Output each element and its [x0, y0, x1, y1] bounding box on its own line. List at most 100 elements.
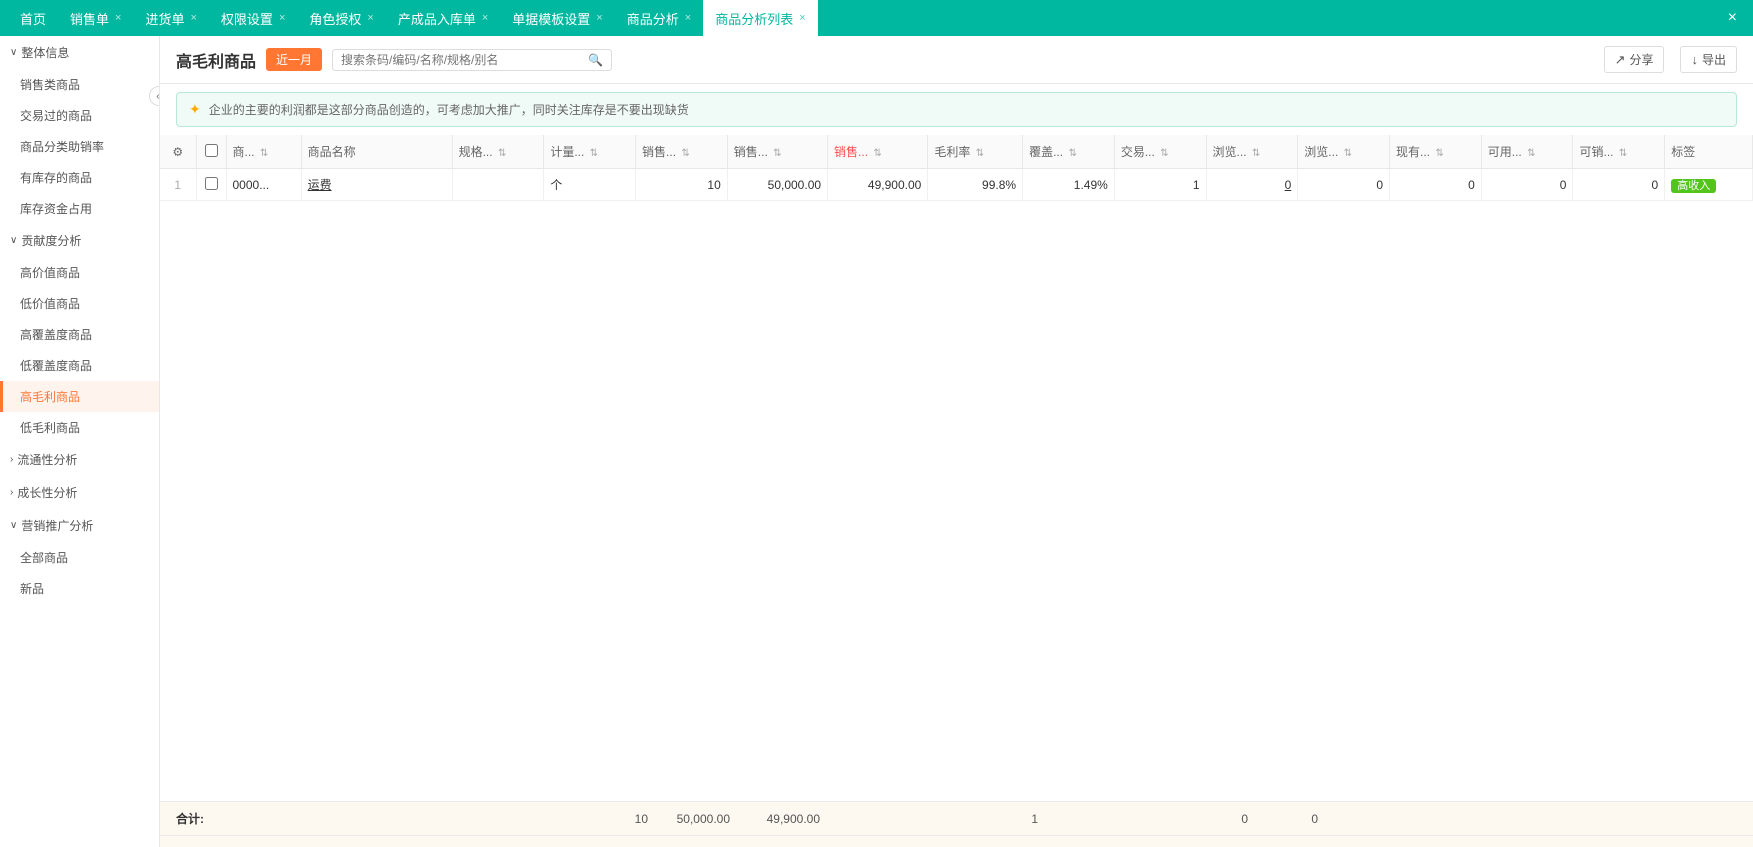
sidebar-section-marketing[interactable]: ∨ 营销推广分析 [0, 509, 159, 542]
nav-role-auth[interactable]: 角色授权 × [297, 0, 385, 36]
search-icon[interactable]: 🔍 [588, 53, 603, 67]
th-current-stock[interactable]: 现有... ⇅ [1390, 135, 1482, 169]
close-permission-icon[interactable]: × [279, 12, 285, 24]
sort-trade-icon[interactable]: ⇅ [1160, 148, 1168, 159]
sort-gross-rate-icon[interactable]: ⇅ [976, 148, 984, 159]
sort-sales-profit-icon[interactable]: ⇅ [873, 148, 881, 159]
close-purchase-order-icon[interactable]: × [190, 12, 196, 24]
th-trade[interactable]: 交易... ⇅ [1114, 135, 1206, 169]
sort-browse2-icon[interactable]: ⇅ [1344, 148, 1352, 159]
sidebar-item-stock-capital[interactable]: 库存资金占用 [0, 193, 159, 224]
sidebar-item-high-margin[interactable]: 高毛利商品 [0, 381, 159, 412]
th-unit[interactable]: 计量... ⇅ [544, 135, 636, 169]
cell-checkbox[interactable] [196, 169, 226, 201]
th-available[interactable]: 可用... ⇅ [1481, 135, 1573, 169]
sidebar-item-low-coverage[interactable]: 低覆盖度商品 [0, 350, 159, 381]
sidebar-item-traded-goods[interactable]: 交易过的商品 [0, 100, 159, 131]
search-input[interactable] [341, 53, 584, 67]
sidebar-section-growth[interactable]: › 成长性分析 [0, 476, 159, 509]
sidebar-item-stocked-goods[interactable]: 有库存的商品 [0, 162, 159, 193]
cell-index: 1 [160, 169, 196, 201]
select-all-checkbox[interactable] [205, 144, 218, 157]
cell-current-stock: 0 [1390, 169, 1482, 201]
nav-product-analysis[interactable]: 商品分析 × [615, 0, 703, 36]
sidebar-section-liquidity[interactable]: › 流通性分析 [0, 443, 159, 476]
th-tag[interactable]: 标签 [1665, 135, 1753, 169]
info-icon: ✦ [189, 101, 201, 118]
nav-template-settings[interactable]: 单据模板设置 × [500, 0, 614, 36]
sidebar-item-low-value[interactable]: 低价值商品 [0, 288, 159, 319]
sidebar-item-new-goods[interactable]: 新品 [0, 573, 159, 604]
th-settings[interactable]: ⚙ [160, 135, 196, 169]
sidebar-item-sales-goods[interactable]: 销售类商品 [0, 69, 159, 100]
cell-name[interactable]: 运费 [301, 169, 452, 201]
th-browse2[interactable]: 浏览... ⇅ [1298, 135, 1390, 169]
th-browse1[interactable]: 浏览... ⇅ [1206, 135, 1298, 169]
settings-icon[interactable]: ⚙ [172, 145, 183, 159]
tag-badge: 高收入 [1671, 179, 1716, 193]
export-icon: ↓ [1691, 52, 1698, 67]
sidebar-item-high-coverage[interactable]: 高覆盖度商品 [0, 319, 159, 350]
nav-window-close-icon[interactable]: × [1720, 9, 1745, 27]
sort-available-icon[interactable]: ⇅ [1527, 148, 1535, 159]
close-role-auth-icon[interactable]: × [367, 12, 373, 24]
search-box: 🔍 [332, 49, 612, 71]
th-name[interactable]: 商品名称 [301, 135, 452, 169]
top-nav: 首页 销售单 × 进货单 × 权限设置 × 角色授权 × 产成品入库单 × 单据… [0, 0, 1753, 36]
close-product-analysis-icon[interactable]: × [685, 12, 691, 24]
sidebar: « ∨ 整体信息 销售类商品 交易过的商品 商品分类助销率 有库存的商品 库存资… [0, 36, 160, 847]
close-finished-goods-icon[interactable]: × [482, 12, 488, 24]
th-sales-profit[interactable]: 销售... ⇅ [828, 135, 928, 169]
close-sales-order-icon[interactable]: × [115, 12, 121, 24]
data-table: ⚙ 商... ⇅ 商品名称 规格... [160, 135, 1753, 201]
sort-sales-amount-icon[interactable]: ⇅ [773, 148, 781, 159]
sort-unit-icon[interactable]: ⇅ [590, 148, 598, 159]
sort-sales-qty-icon[interactable]: ⇅ [681, 148, 689, 159]
sidebar-item-category-rate[interactable]: 商品分类助销率 [0, 131, 159, 162]
th-sales-amount[interactable]: 销售... ⇅ [727, 135, 827, 169]
share-button[interactable]: ↗ 分享 [1604, 46, 1665, 73]
cell-browse1[interactable]: 0 [1206, 169, 1298, 201]
footer-available: 0 [1248, 812, 1318, 826]
nav-purchase-order[interactable]: 进货单 × [133, 0, 208, 36]
sidebar-item-all-goods[interactable]: 全部商品 [0, 542, 159, 573]
cell-sales-amount: 50,000.00 [727, 169, 827, 201]
th-gross-rate[interactable]: 毛利率 ⇅ [928, 135, 1023, 169]
cell-tag: 高收入 [1665, 169, 1753, 201]
sidebar-section-overall-info[interactable]: ∨ 整体信息 [0, 36, 159, 69]
sort-spec-icon[interactable]: ⇅ [498, 148, 506, 159]
cell-unit: 个 [544, 169, 636, 201]
horizontal-scrollbar[interactable] [160, 835, 1753, 847]
th-spec[interactable]: 规格... ⇅ [452, 135, 544, 169]
nav-product-analysis-list[interactable]: 商品分析列表 × [703, 0, 817, 36]
th-sales-qty[interactable]: 销售... ⇅ [636, 135, 728, 169]
th-checkbox[interactable] [196, 135, 226, 169]
section-arrow-liquidity: › [10, 454, 13, 465]
nav-finished-goods[interactable]: 产成品入库单 × [386, 0, 500, 36]
nav-sales-order[interactable]: 销售单 × [58, 0, 133, 36]
close-product-analysis-list-icon[interactable]: × [799, 12, 805, 24]
sidebar-item-low-margin[interactable]: 低毛利商品 [0, 412, 159, 443]
footer-sales-profit: 49,900.00 [738, 812, 828, 826]
close-template-settings-icon[interactable]: × [596, 12, 602, 24]
sort-sellable-icon[interactable]: ⇅ [1619, 148, 1627, 159]
filter-recent-month-button[interactable]: 近一月 [266, 48, 322, 71]
sidebar-item-high-value[interactable]: 高价值商品 [0, 257, 159, 288]
sort-browse1-icon[interactable]: ⇅ [1252, 148, 1260, 159]
sort-code-icon[interactable]: ⇅ [260, 148, 268, 159]
table-row: 1 0000... 运费 [160, 169, 1753, 201]
th-coverage[interactable]: 覆盖... ⇅ [1023, 135, 1115, 169]
footer-sales-amount: 50,000.00 [648, 812, 738, 826]
footer-current-stock: 0 [1178, 812, 1248, 826]
footer-label: 合计: [176, 810, 204, 827]
th-sellable[interactable]: 可销... ⇅ [1573, 135, 1665, 169]
row-checkbox[interactable] [205, 177, 218, 190]
th-code[interactable]: 商... ⇅ [226, 135, 301, 169]
sort-current-stock-icon[interactable]: ⇅ [1435, 148, 1443, 159]
nav-permission-settings[interactable]: 权限设置 × [209, 0, 297, 36]
nav-home[interactable]: 首页 [8, 0, 58, 36]
sort-coverage-icon[interactable]: ⇅ [1068, 148, 1076, 159]
main-layout: « ∨ 整体信息 销售类商品 交易过的商品 商品分类助销率 有库存的商品 库存资… [0, 36, 1753, 847]
export-button[interactable]: ↓ 导出 [1680, 46, 1737, 73]
sidebar-section-contribution[interactable]: ∨ 贡献度分析 [0, 224, 159, 257]
